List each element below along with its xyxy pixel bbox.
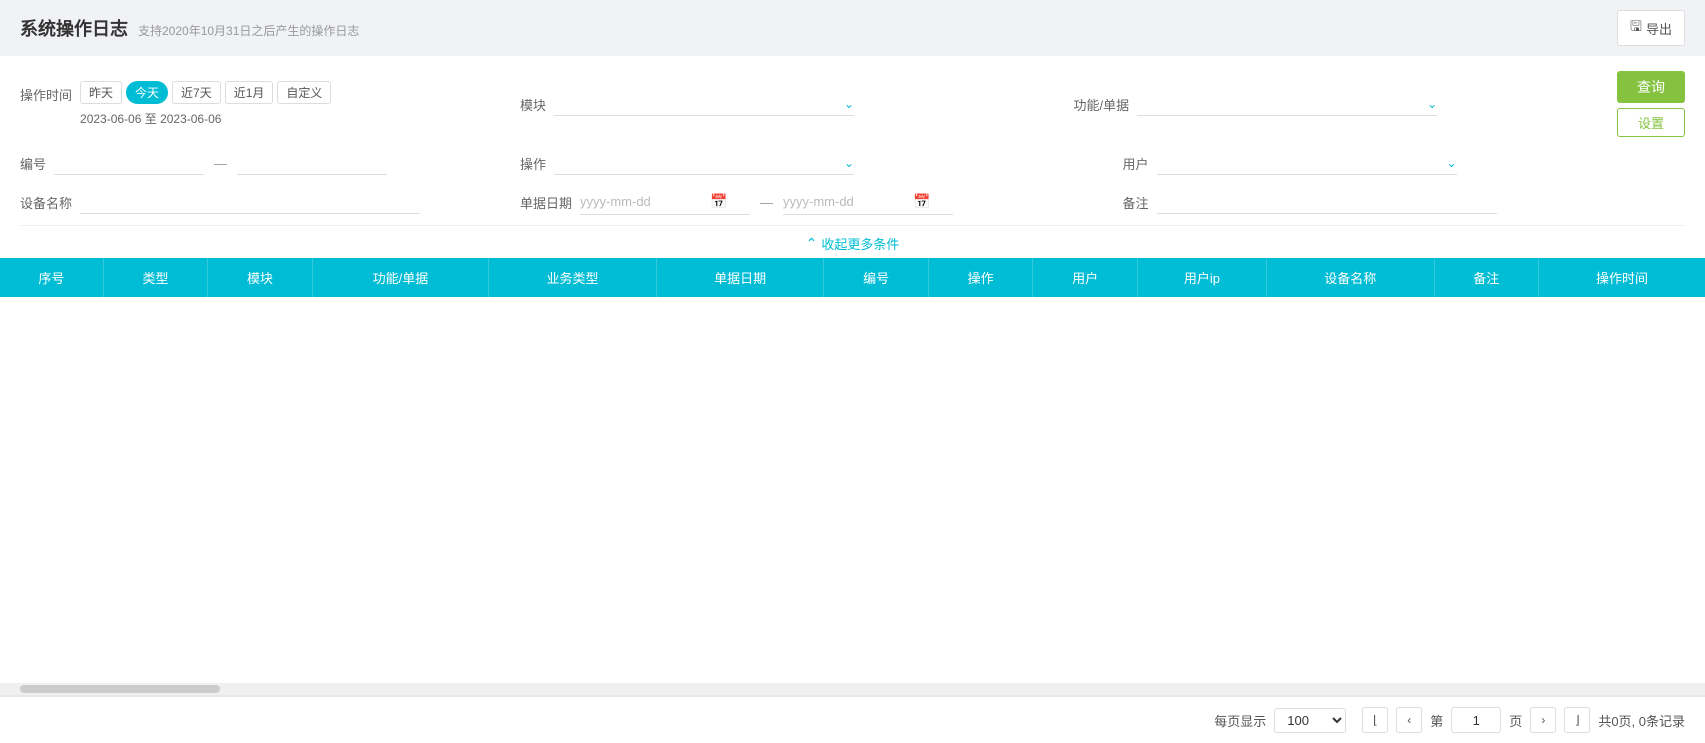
- function-chevron-icon: ⌄: [1427, 97, 1437, 111]
- function-label: 功能/单据: [1074, 95, 1130, 114]
- page-size-select[interactable]: 100 50 200: [1274, 708, 1346, 733]
- time-btn-today[interactable]: 今天: [126, 81, 168, 104]
- module-label: 模块: [520, 95, 546, 114]
- col-operation: 操作: [928, 258, 1032, 297]
- data-table: 序号 类型 模块 功能/单据 业务类型 单据日期 编号 操作 用户 用户ip 设…: [0, 258, 1705, 297]
- operation-label: 操作: [520, 154, 546, 173]
- page-unit: 页: [1509, 711, 1522, 730]
- number-input-from[interactable]: [54, 151, 204, 175]
- col-user: 用户: [1033, 258, 1137, 297]
- operation-chevron-icon: ⌄: [844, 156, 854, 170]
- number-input-to[interactable]: [237, 151, 387, 175]
- function-select[interactable]: ⌄: [1137, 93, 1437, 116]
- collapse-label: 收起更多条件: [821, 234, 899, 253]
- calendar-to-icon[interactable]: 📅: [913, 193, 930, 210]
- col-seq: 序号: [0, 258, 103, 297]
- operation-select[interactable]: ⌄: [554, 152, 854, 175]
- user-chevron-icon: ⌄: [1446, 156, 1456, 170]
- module-select[interactable]: ⌄: [554, 93, 854, 116]
- user-label: 用户: [1123, 154, 1149, 173]
- user-select[interactable]: ⌄: [1157, 152, 1457, 175]
- pagination-bar: 每页显示 100 50 200 ⌊ ‹ 第 页 › ⌋ 共0页, 0条记录: [0, 696, 1705, 743]
- collapse-up-icon: ⌃: [806, 235, 818, 252]
- col-doc-date: 单据日期: [656, 258, 824, 297]
- remark-label: 备注: [1123, 193, 1149, 212]
- doc-date-sep: —: [760, 195, 773, 210]
- collapse-button[interactable]: ⌃ 收起更多条件: [806, 234, 900, 253]
- col-number: 编号: [824, 258, 928, 297]
- doc-date-to-input[interactable]: [783, 194, 913, 209]
- calendar-from-icon[interactable]: 📅: [710, 193, 727, 210]
- page-number-input[interactable]: [1451, 707, 1501, 733]
- col-biz-type: 业务类型: [489, 258, 657, 297]
- page-subtitle: 支持2020年10月31日之后产生的操作日志: [138, 22, 359, 39]
- page-size-label: 每页显示: [1214, 711, 1266, 730]
- time-btn-1month[interactable]: 近1月: [225, 81, 274, 104]
- col-device: 设备名称: [1266, 258, 1434, 297]
- time-range-display: 2023-06-06 至 2023-06-06: [80, 110, 331, 127]
- col-user-ip: 用户ip: [1137, 258, 1266, 297]
- page-next-button[interactable]: ›: [1530, 707, 1556, 733]
- device-label: 设备名称: [20, 193, 72, 212]
- page-last-button[interactable]: ⌋: [1564, 707, 1590, 733]
- time-label: 操作时间: [20, 85, 72, 104]
- export-button[interactable]: 🖫 导出: [1617, 10, 1685, 46]
- number-sep: —: [214, 156, 227, 171]
- remark-input[interactable]: [1157, 190, 1497, 214]
- col-module: 模块: [208, 258, 312, 297]
- module-chevron-icon: ⌄: [844, 97, 854, 111]
- table-header-row: 序号 类型 模块 功能/单据 业务类型 单据日期 编号 操作 用户 用户ip 设…: [0, 258, 1705, 297]
- doc-date-from-input[interactable]: [580, 194, 710, 209]
- col-remark: 备注: [1434, 258, 1538, 297]
- time-btn-custom[interactable]: 自定义: [277, 81, 331, 104]
- page-label: 第: [1430, 711, 1443, 730]
- export-label: 导出: [1646, 19, 1672, 38]
- col-type: 类型: [103, 258, 207, 297]
- settings-button[interactable]: 设置: [1617, 108, 1685, 137]
- col-op-time: 操作时间: [1539, 258, 1705, 297]
- device-input[interactable]: [80, 190, 420, 214]
- horizontal-scrollbar[interactable]: [0, 683, 1705, 695]
- doc-date-from[interactable]: 📅: [580, 189, 750, 215]
- empty-table-area: [0, 383, 1705, 683]
- page-first-button[interactable]: ⌊: [1362, 707, 1388, 733]
- time-btn-7days[interactable]: 近7天: [172, 81, 221, 104]
- time-btn-yesterday[interactable]: 昨天: [80, 81, 122, 104]
- doc-date-to[interactable]: 📅: [783, 189, 953, 215]
- doc-date-label: 单据日期: [520, 193, 572, 212]
- query-button[interactable]: 查询: [1617, 71, 1685, 103]
- export-icon: 🖫: [1630, 16, 1642, 40]
- page-title: 系统操作日志: [20, 15, 128, 41]
- page-prev-button[interactable]: ‹: [1396, 707, 1422, 733]
- scroll-thumb[interactable]: [20, 685, 220, 693]
- number-label: 编号: [20, 154, 46, 173]
- col-function: 功能/单据: [312, 258, 488, 297]
- total-info: 共0页, 0条记录: [1598, 711, 1685, 730]
